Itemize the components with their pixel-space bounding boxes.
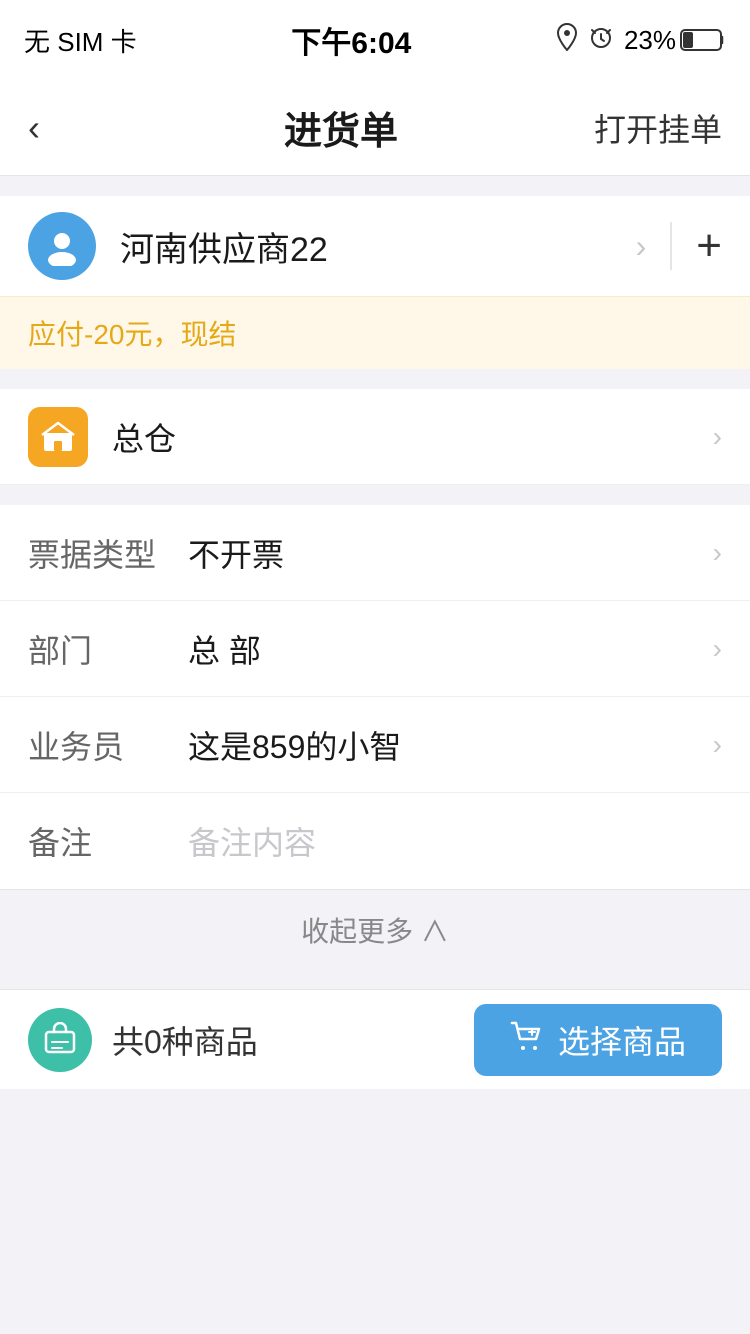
- salesperson-label: 业务员: [28, 722, 188, 768]
- select-product-button[interactable]: 选择商品: [474, 1004, 722, 1076]
- department-row[interactable]: 部门 总 部 ›: [0, 601, 750, 697]
- supplier-divider: [670, 222, 672, 270]
- notice-banner: 应付-20元，现结: [0, 296, 750, 369]
- bottom-bar: 共0种商品 选择商品: [0, 989, 750, 1089]
- warehouse-icon-box: [28, 407, 88, 467]
- collapse-bar[interactable]: 收起更多 ∧: [0, 889, 750, 969]
- fields-section: 票据类型 不开票 › 部门 总 部 › 业务员 这是859的小智 › 备注 备注…: [0, 505, 750, 889]
- product-icon-box: [28, 1008, 92, 1072]
- collapse-label: 收起更多 ∧: [301, 910, 449, 950]
- carrier-label: 无 SIM 卡: [24, 22, 137, 59]
- warehouse-name: 总仓: [112, 414, 705, 460]
- invoice-type-label: 票据类型: [28, 530, 188, 576]
- back-button[interactable]: ‹: [28, 107, 88, 149]
- status-time: 下午6:04: [291, 18, 411, 62]
- salesperson-value: 这是859的小智: [188, 722, 705, 768]
- warehouse-arrow-icon: ›: [713, 421, 722, 453]
- salesperson-row[interactable]: 业务员 这是859的小智 ›: [0, 697, 750, 793]
- status-left: 无 SIM 卡: [24, 22, 147, 59]
- invoice-type-row[interactable]: 票据类型 不开票 ›: [0, 505, 750, 601]
- product-count-label: 共0种商品: [112, 1017, 474, 1063]
- battery-percentage: 23%: [624, 25, 676, 56]
- nav-bar: ‹ 进货单 打开挂单: [0, 80, 750, 176]
- salesperson-arrow-icon: ›: [713, 729, 722, 761]
- invoice-type-arrow-icon: ›: [713, 537, 722, 569]
- cart-icon: [510, 1021, 544, 1059]
- location-icon: [556, 23, 578, 58]
- battery-status: 23%: [624, 25, 726, 56]
- department-label: 部门: [28, 626, 188, 672]
- department-arrow-icon: ›: [713, 633, 722, 665]
- supplier-name: 河南供应商22: [120, 222, 636, 271]
- status-bar: 无 SIM 卡 下午6:04: [0, 0, 750, 80]
- department-value: 总 部: [188, 626, 705, 672]
- remark-label: 备注: [28, 818, 188, 864]
- alarm-icon: [588, 24, 614, 57]
- section-gap-4: [0, 969, 750, 989]
- status-right: 23%: [556, 23, 726, 58]
- warehouse-row[interactable]: 总仓 ›: [0, 389, 750, 485]
- open-pending-button[interactable]: 打开挂单: [594, 105, 722, 151]
- add-supplier-button[interactable]: +: [696, 224, 722, 268]
- remark-value: 备注内容: [188, 818, 722, 864]
- supplier-avatar: [28, 212, 96, 280]
- remark-row[interactable]: 备注 备注内容: [0, 793, 750, 889]
- select-button-label: 选择商品: [558, 1017, 686, 1063]
- supplier-arrow-icon: ›: [636, 228, 647, 265]
- supplier-section: 河南供应商22 › + 应付-20元，现结: [0, 196, 750, 369]
- section-gap-1: [0, 176, 750, 196]
- section-gap-3: [0, 485, 750, 505]
- section-gap-2: [0, 369, 750, 389]
- supplier-row[interactable]: 河南供应商22 › +: [0, 196, 750, 296]
- page-title: 进货单: [284, 100, 398, 155]
- invoice-type-value: 不开票: [188, 530, 705, 576]
- notice-text: 应付-20元，现结: [28, 319, 236, 350]
